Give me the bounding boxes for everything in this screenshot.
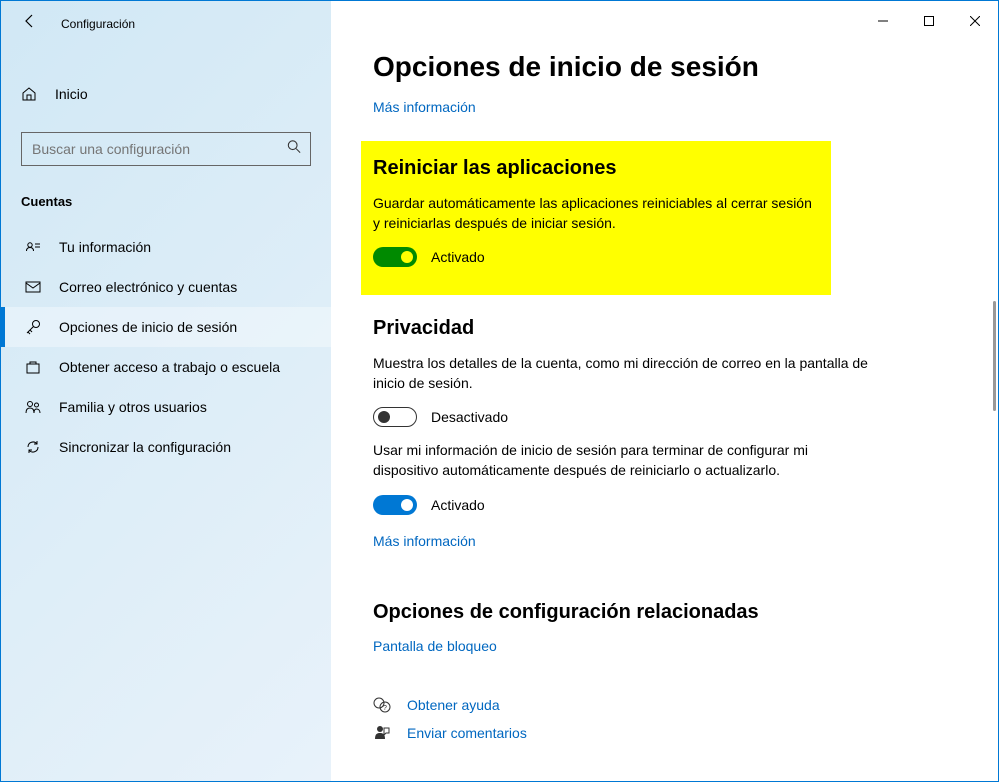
sidebar-item-family-users[interactable]: Familia y otros usuarios [1, 387, 331, 427]
nav-label: Sincronizar la configuración [59, 439, 231, 455]
privacy-state-1: Desactivado [431, 409, 508, 425]
person-card-icon [25, 239, 41, 255]
restart-apps-heading: Reiniciar las aplicaciones [373, 157, 819, 180]
sidebar-item-your-info[interactable]: Tu información [1, 227, 331, 267]
privacy-toggle-2[interactable] [373, 495, 417, 515]
privacy-section: Privacidad Muestra los detalles de la cu… [373, 317, 956, 550]
privacy-state-2: Activado [431, 497, 485, 513]
restart-apps-desc: Guardar automáticamente las aplicaciones… [373, 194, 819, 233]
sidebar-item-signin-options[interactable]: Opciones de inicio de sesión [1, 307, 331, 347]
related-section: Opciones de configuración relacionadas P… [373, 601, 956, 656]
category-header: Cuentas [1, 186, 331, 227]
titlebar [331, 1, 998, 41]
home-icon [21, 86, 37, 102]
sync-icon [25, 439, 41, 455]
arrow-left-icon [21, 13, 37, 29]
window-title: Configuración [61, 17, 135, 31]
main-content: Opciones de inicio de sesión Más informa… [331, 1, 998, 781]
get-help-link: Obtener ayuda [407, 697, 500, 713]
mail-icon [25, 279, 41, 295]
scrollbar-thumb[interactable] [993, 301, 996, 411]
restart-apps-state: Activado [431, 249, 485, 265]
more-info-link-top[interactable]: Más información [373, 99, 476, 115]
maximize-button[interactable] [906, 5, 952, 37]
minimize-button[interactable] [860, 5, 906, 37]
search-icon[interactable] [287, 140, 301, 159]
home-nav[interactable]: Inicio [1, 76, 331, 112]
privacy-more-info-link[interactable]: Más información [373, 533, 476, 549]
nav-label: Opciones de inicio de sesión [59, 319, 237, 335]
back-button[interactable] [21, 13, 37, 34]
privacy-heading: Privacidad [373, 317, 956, 340]
privacy-desc-1: Muestra los detalles de la cuenta, como … [373, 354, 873, 393]
people-icon [25, 399, 41, 415]
nav-label: Correo electrónico y cuentas [59, 279, 237, 295]
key-icon [25, 319, 41, 335]
related-heading: Opciones de configuración relacionadas [373, 601, 956, 624]
help-icon: ? [373, 696, 391, 714]
sidebar-item-sync[interactable]: Sincronizar la configuración [1, 427, 331, 467]
home-label: Inicio [55, 86, 88, 102]
feedback-icon [373, 724, 391, 742]
sidebar-item-work-school[interactable]: Obtener acceso a trabajo o escuela [1, 347, 331, 387]
page-title: Opciones de inicio de sesión [373, 51, 956, 83]
sidebar: Configuración Inicio Cuentas Tu informac… [1, 1, 331, 781]
nav-label: Obtener acceso a trabajo o escuela [59, 359, 280, 375]
feedback-link: Enviar comentarios [407, 725, 527, 741]
nav-label: Tu información [59, 239, 151, 255]
feedback-row[interactable]: Enviar comentarios [373, 724, 956, 742]
briefcase-icon [25, 359, 41, 375]
lock-screen-link[interactable]: Pantalla de bloqueo [373, 638, 497, 654]
sidebar-item-email-accounts[interactable]: Correo electrónico y cuentas [1, 267, 331, 307]
close-button[interactable] [952, 5, 998, 37]
privacy-desc-2: Usar mi información de inicio de sesión … [373, 441, 873, 480]
search-input[interactable] [21, 132, 311, 166]
svg-text:?: ? [383, 705, 387, 712]
restart-apps-section: Reiniciar las aplicaciones Guardar autom… [361, 141, 831, 295]
privacy-toggle-1[interactable] [373, 407, 417, 427]
get-help-row[interactable]: ? Obtener ayuda [373, 696, 956, 714]
restart-apps-toggle[interactable] [373, 247, 417, 267]
nav-label: Familia y otros usuarios [59, 399, 207, 415]
